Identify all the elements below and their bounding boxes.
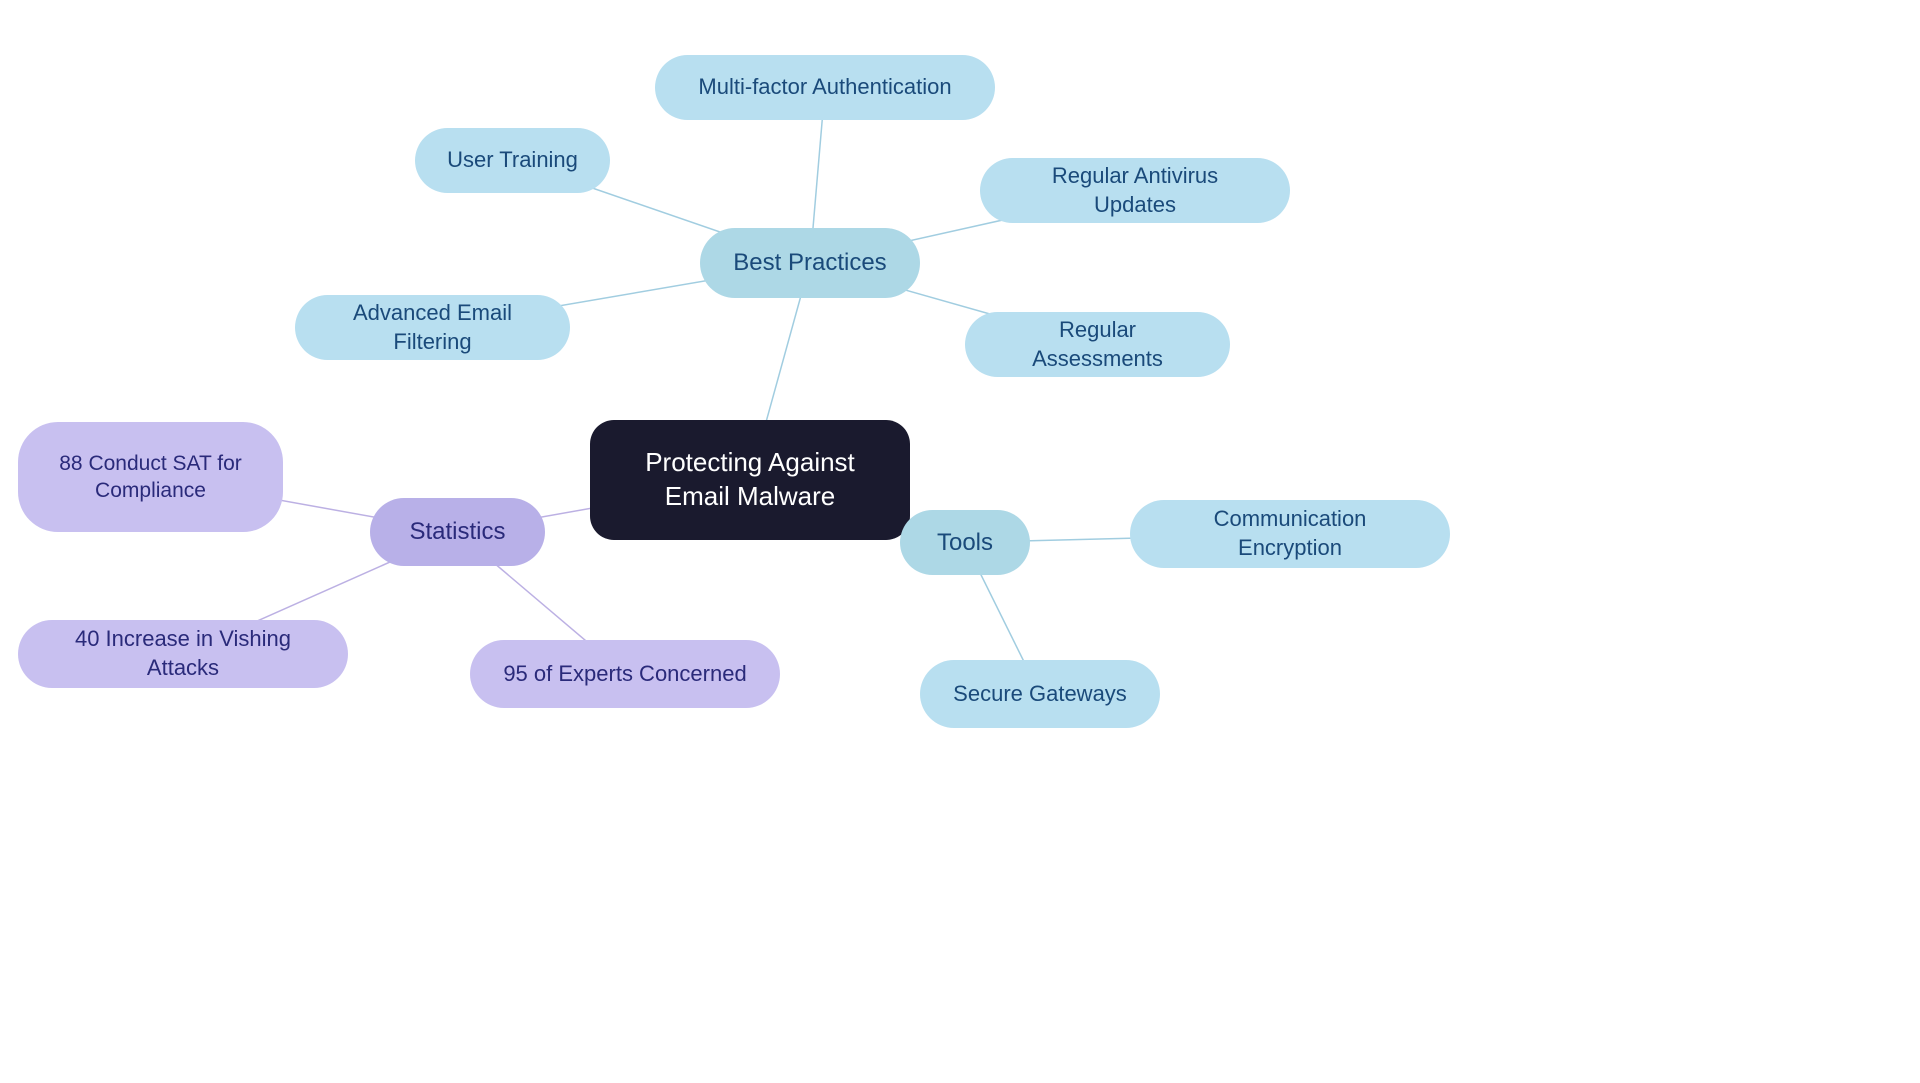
vishing-label: 40 Increase in Vishing Attacks <box>48 625 318 682</box>
assessments-node: Regular Assessments <box>965 312 1230 377</box>
antivirus-label: Regular Antivirus Updates <box>1010 162 1260 219</box>
comm-encryption-node: Communication Encryption <box>1130 500 1450 568</box>
secure-gateways-label: Secure Gateways <box>953 680 1127 709</box>
center-node: Protecting Against Email Malware <box>590 420 910 540</box>
secure-gateways-node: Secure Gateways <box>920 660 1160 728</box>
statistics-label: Statistics <box>409 516 505 547</box>
advanced-email-node: Advanced Email Filtering <box>295 295 570 360</box>
advanced-email-label: Advanced Email Filtering <box>325 299 540 356</box>
tools-node: Tools <box>900 510 1030 575</box>
best-practices-label: Best Practices <box>733 247 886 278</box>
experts-label: 95 of Experts Concerned <box>503 660 746 689</box>
mfa-label: Multi-factor Authentication <box>698 73 951 102</box>
assessments-label: Regular Assessments <box>995 316 1200 373</box>
experts-node: 95 of Experts Concerned <box>470 640 780 708</box>
user-training-label: User Training <box>447 146 578 175</box>
user-training-node: User Training <box>415 128 610 193</box>
center-label: Protecting Against Email Malware <box>620 446 880 514</box>
best-practices-node: Best Practices <box>700 228 920 298</box>
vishing-node: 40 Increase in Vishing Attacks <box>18 620 348 688</box>
tools-label: Tools <box>937 527 993 558</box>
conduct-sat-label: 88 Conduct SAT for Compliance <box>48 450 253 505</box>
mfa-node: Multi-factor Authentication <box>655 55 995 120</box>
antivirus-node: Regular Antivirus Updates <box>980 158 1290 223</box>
comm-encryption-label: Communication Encryption <box>1160 505 1420 562</box>
conduct-sat-node: 88 Conduct SAT for Compliance <box>18 422 283 532</box>
statistics-node: Statistics <box>370 498 545 566</box>
